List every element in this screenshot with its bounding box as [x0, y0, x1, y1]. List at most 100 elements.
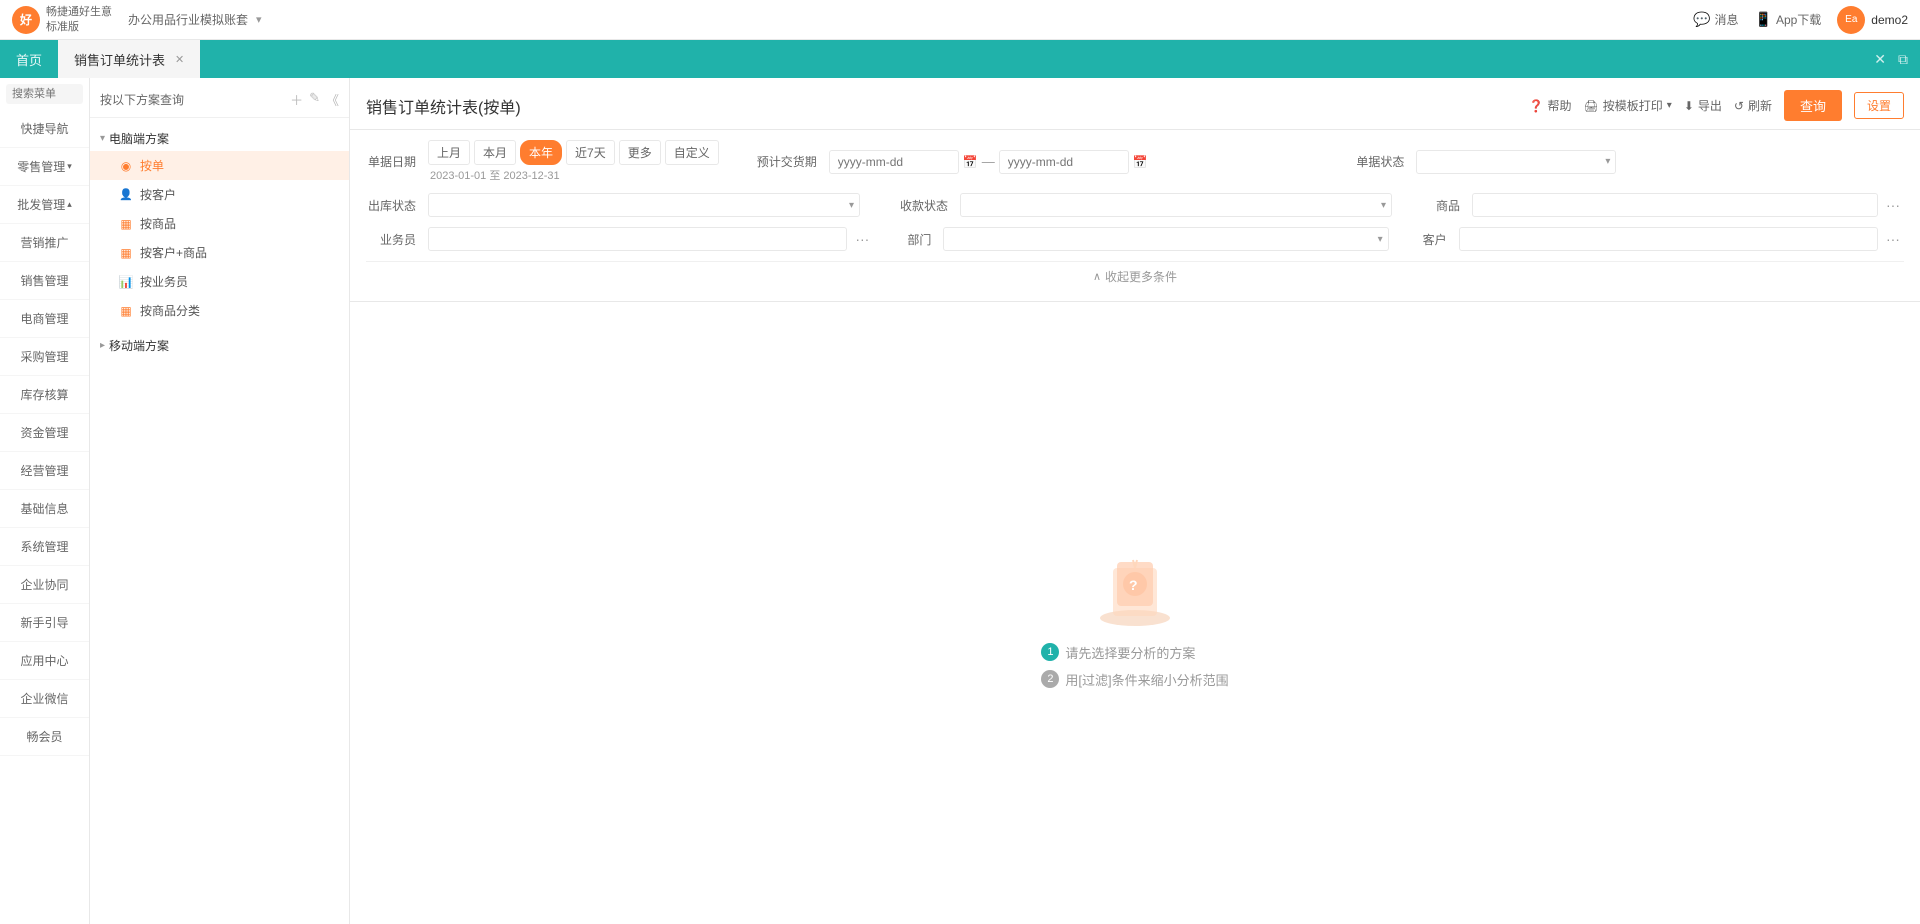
- page-title: 销售订单统计表(按单): [366, 94, 521, 118]
- calendar-from-icon[interactable]: 📅: [963, 155, 978, 169]
- sidebar-item-sales[interactable]: 销售管理: [0, 262, 89, 300]
- add-scheme-icon[interactable]: ＋: [290, 90, 303, 109]
- user-area[interactable]: Ea demo2: [1837, 6, 1908, 34]
- sidebar-item-enterprise-wechat[interactable]: 企业微信: [0, 680, 89, 718]
- by-order-icon: ◉: [118, 158, 134, 174]
- sidebar-item-member[interactable]: 畅会员: [0, 718, 89, 756]
- date-label: 单据日期: [366, 153, 416, 170]
- export-icon: ⬇: [1684, 99, 1694, 113]
- top-bar-left: 好 畅捷通好生意 标准版 办公用品行业模拟账套 ▾: [12, 5, 262, 34]
- by-salesperson-icon: 📊: [118, 274, 134, 290]
- message-action[interactable]: 💬 消息: [1693, 11, 1738, 28]
- svg-text:?: ?: [1129, 577, 1138, 593]
- customer-filter: ···: [1459, 227, 1904, 251]
- empty-state: ? 1 请先选择要分析的方案 2 用[过滤]条件来缩小分析范围: [350, 302, 1920, 924]
- payment-status-select[interactable]: [960, 193, 1392, 217]
- scheme-item-by-customer-product[interactable]: ▦ 按客户+商品: [90, 238, 349, 267]
- date-buttons: 上月 本月 本年 近7天 更多 自定义: [428, 140, 719, 165]
- department-filter: ▾: [943, 227, 1388, 251]
- scheme-item-by-salesperson[interactable]: 📊 按业务员: [90, 267, 349, 296]
- date-btn-more[interactable]: 更多: [619, 140, 661, 165]
- scheme-item-by-order[interactable]: ◉ 按单: [90, 151, 349, 180]
- breadcrumb-dropdown-icon[interactable]: ▾: [256, 13, 262, 26]
- sidebar-item-basic-info[interactable]: 基础信息: [0, 490, 89, 528]
- scheme-item-by-customer[interactable]: 👤 按客户: [90, 180, 349, 209]
- sidebar-item-enterprise[interactable]: 企业协同: [0, 566, 89, 604]
- empty-tip-1: 1 请先选择要分析的方案: [1041, 643, 1228, 662]
- app-download-action[interactable]: 📱 App下载: [1755, 11, 1822, 28]
- help-button[interactable]: ❓ 帮助: [1529, 97, 1572, 114]
- collapse-panel-icon[interactable]: 《: [326, 90, 339, 109]
- salesperson-filter: ···: [428, 227, 873, 251]
- customer-more-icon[interactable]: ···: [1882, 231, 1904, 247]
- scheme-group-mobile-title[interactable]: ▸ 移动端方案: [90, 333, 349, 358]
- settings-button[interactable]: 设置: [1854, 92, 1904, 119]
- sidebar-item-purchase[interactable]: 采购管理: [0, 338, 89, 376]
- sidebar-item-system[interactable]: 系统管理: [0, 528, 89, 566]
- edit-scheme-icon[interactable]: ✎: [309, 90, 320, 109]
- product-input[interactable]: [1472, 193, 1878, 217]
- product-more-icon[interactable]: ···: [1882, 197, 1904, 213]
- collapse-button[interactable]: ∧ 收起更多条件: [366, 261, 1904, 291]
- sidebar-item-wholesale[interactable]: 批发管理 ▴: [0, 186, 89, 224]
- sidebar-item-app-center[interactable]: 应用中心: [0, 642, 89, 680]
- mobile-group-arrow-icon: ▸: [100, 340, 105, 351]
- tab-sales-order-stats[interactable]: 销售订单统计表 ✕: [58, 40, 200, 78]
- avatar: Ea: [1837, 6, 1865, 34]
- date-btn-last-7-days[interactable]: 近7天: [566, 140, 615, 165]
- bill-status-select[interactable]: [1416, 150, 1616, 174]
- sidebar-item-inventory[interactable]: 库存核算: [0, 376, 89, 414]
- sidebar-item-quick-nav[interactable]: 快捷导航: [0, 110, 89, 148]
- salesperson-more-icon[interactable]: ···: [851, 231, 873, 247]
- logo-area: 好 畅捷通好生意 标准版: [12, 5, 112, 34]
- refresh-button[interactable]: ↺ 刷新: [1734, 97, 1772, 114]
- date-dash: —: [982, 154, 995, 169]
- tab-restore-icon[interactable]: ⧉: [1894, 49, 1912, 70]
- delivery-date-from[interactable]: [829, 150, 959, 174]
- logo-icon: 好: [12, 6, 40, 34]
- delivery-status-label: 出库状态: [366, 197, 416, 214]
- date-filter-group: 上月 本月 本年 近7天 更多 自定义 2023-01-01 至 2023-12…: [428, 140, 719, 183]
- scheme-group-pc-title[interactable]: ▾ 电脑端方案: [90, 126, 349, 151]
- export-button[interactable]: ⬇ 导出: [1684, 97, 1722, 114]
- tip-2-number: 2: [1041, 670, 1059, 688]
- sidebar-item-ecommerce[interactable]: 电商管理: [0, 300, 89, 338]
- scheme-item-by-product[interactable]: ▦ 按商品: [90, 209, 349, 238]
- bill-status-filter: ▾: [1416, 150, 1904, 174]
- search-input[interactable]: [6, 84, 83, 104]
- query-button[interactable]: 查询: [1784, 90, 1842, 121]
- tab-home[interactable]: 首页: [0, 40, 58, 78]
- date-btn-last-month[interactable]: 上月: [428, 140, 470, 165]
- sidebar-item-retail[interactable]: 零售管理 ▾: [0, 148, 89, 186]
- customer-input[interactable]: [1459, 227, 1878, 251]
- main-content: 销售订单统计表(按单) ❓ 帮助 🖨 按模板打印 ▾ ⬇ 导出: [350, 78, 1920, 924]
- salesperson-input[interactable]: [428, 227, 847, 251]
- scheme-item-by-product-category[interactable]: ▦ 按商品分类: [90, 296, 349, 325]
- sidebar-item-new-user[interactable]: 新手引导: [0, 604, 89, 642]
- template-print-button[interactable]: 🖨 按模板打印 ▾: [1584, 97, 1672, 114]
- tab-close-window-icon[interactable]: ✕: [1870, 49, 1890, 70]
- by-customer-product-icon: ▦: [118, 245, 134, 261]
- tab-bar-actions: ✕ ⧉: [1870, 49, 1920, 70]
- sidebar-item-operations[interactable]: 经营管理: [0, 452, 89, 490]
- sidebar-item-marketing[interactable]: 营销推广: [0, 224, 89, 262]
- scheme-group-mobile: ▸ 移动端方案: [90, 329, 349, 362]
- pc-group-arrow-icon: ▾: [100, 133, 105, 144]
- empty-tip-2: 2 用[过滤]条件来缩小分析范围: [1041, 670, 1228, 689]
- breadcrumb-title: 办公用品行业模拟账套: [128, 11, 248, 28]
- delivery-status-select[interactable]: [428, 193, 860, 217]
- date-btn-this-year[interactable]: 本年: [520, 140, 562, 165]
- sidebar-item-finance[interactable]: 资金管理: [0, 414, 89, 452]
- bill-status-label: 单据状态: [1344, 153, 1404, 170]
- tab-close-icon[interactable]: ✕: [175, 53, 184, 66]
- date-range-display: 2023-01-01 至 2023-12-31: [430, 167, 719, 183]
- delivery-date-to[interactable]: [999, 150, 1129, 174]
- left-panel-title: 按以下方案查询: [100, 91, 284, 108]
- scheme-group-pc: ▾ 电脑端方案 ◉ 按单 👤 按客户 ▦ 按商品 ▦ 按客户+商品: [90, 122, 349, 329]
- by-product-category-icon: ▦: [118, 303, 134, 319]
- calendar-to-icon[interactable]: 📅: [1133, 155, 1148, 169]
- date-btn-custom[interactable]: 自定义: [665, 140, 719, 165]
- top-bar: 好 畅捷通好生意 标准版 办公用品行业模拟账套 ▾ 💬 消息 📱 App下载 E…: [0, 0, 1920, 40]
- department-select[interactable]: [943, 227, 1388, 251]
- date-btn-this-month[interactable]: 本月: [474, 140, 516, 165]
